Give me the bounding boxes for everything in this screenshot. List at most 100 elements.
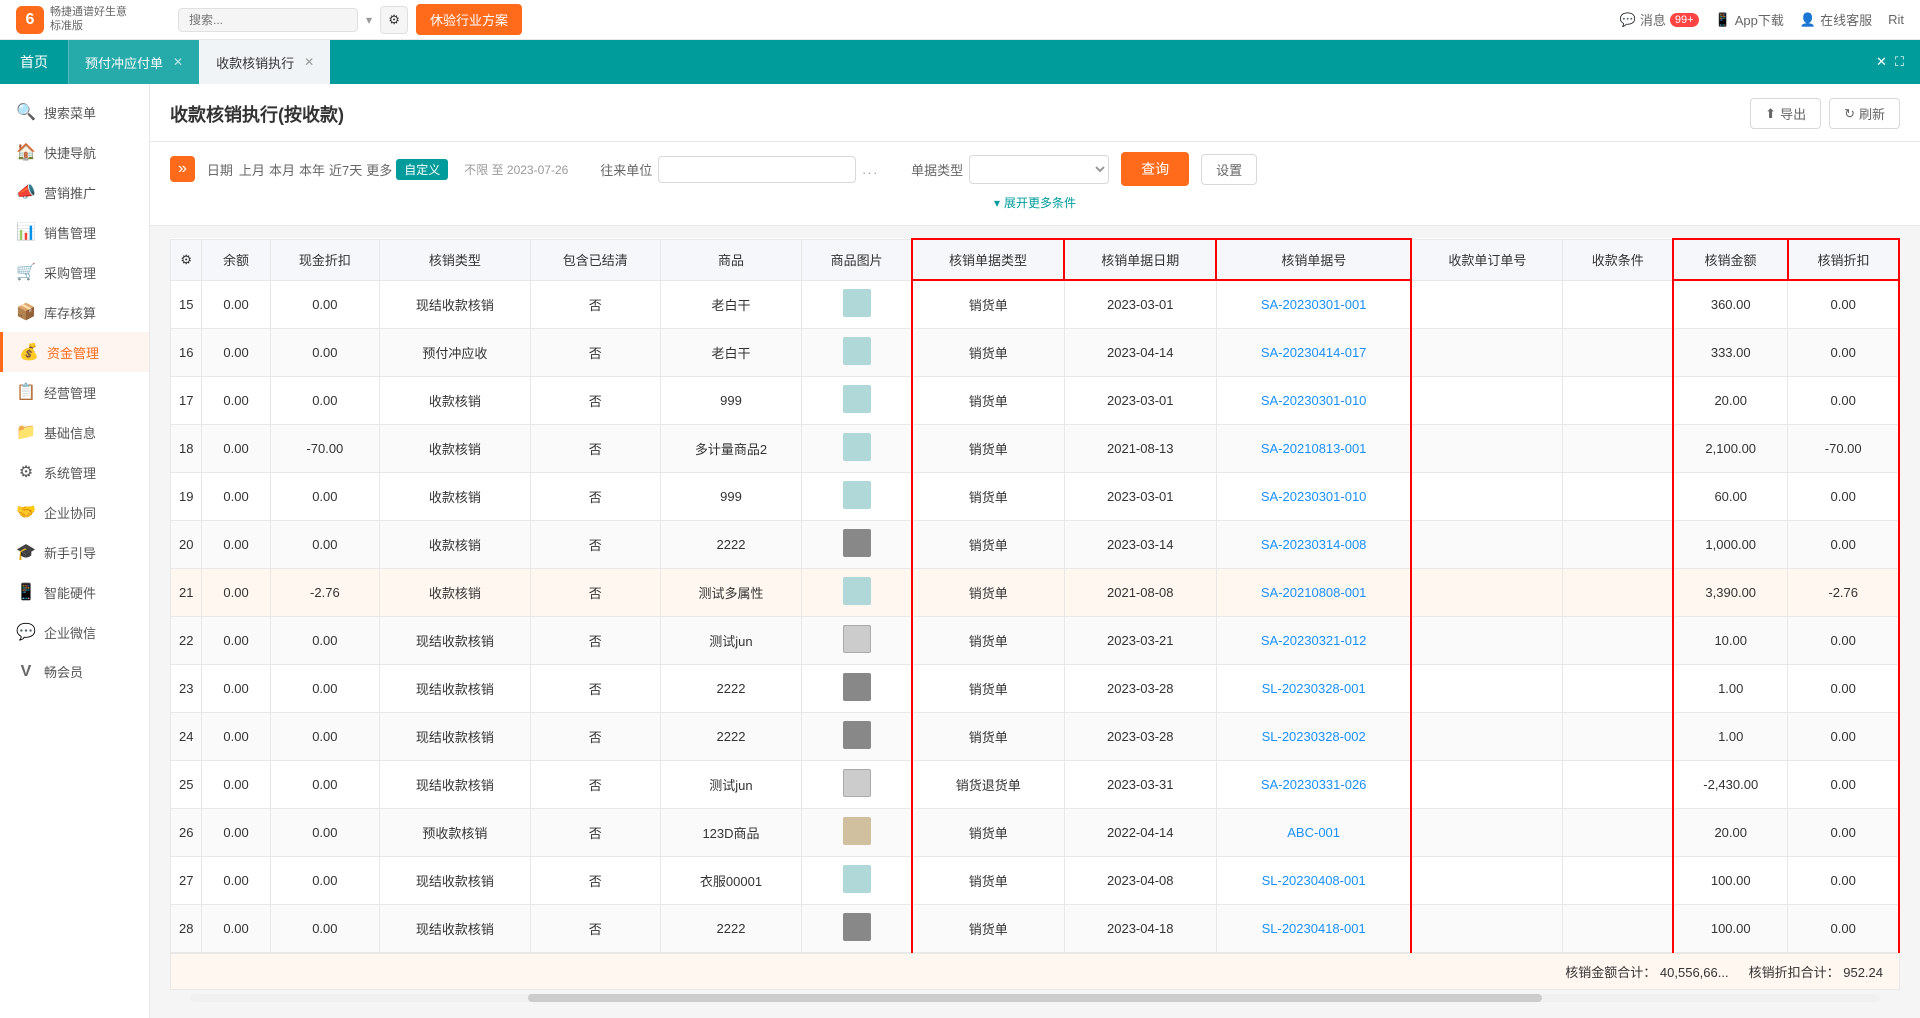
date-option-more[interactable]: 更多 bbox=[366, 160, 392, 179]
td-bill-no: SA-20230414-017 bbox=[1216, 328, 1411, 376]
sidebar-label-finance: 资金管理 bbox=[47, 343, 99, 362]
th-bill-type: 核销单据类型 bbox=[912, 239, 1064, 280]
settings-icon-btn[interactable]: ⚙ bbox=[380, 6, 408, 34]
bill-no-link[interactable]: SA-20230301-010 bbox=[1261, 393, 1367, 408]
sidebar-item-guide[interactable]: 🎓 新手引导 bbox=[0, 532, 149, 572]
tab-prepay-label: 预付冲应付单 bbox=[85, 53, 163, 72]
horizontal-scrollbar[interactable] bbox=[190, 994, 1880, 1002]
td-goods-img bbox=[802, 856, 912, 904]
bill-no-link[interactable]: SL-20230418-001 bbox=[1262, 921, 1366, 936]
bill-no-link[interactable]: SA-20230301-001 bbox=[1261, 297, 1367, 312]
td-receipt-no bbox=[1411, 808, 1562, 856]
date-custom-tag[interactable]: 自定义 bbox=[396, 159, 448, 180]
td-seq: 16 bbox=[171, 328, 202, 376]
filter-expand-btn[interactable]: » bbox=[170, 156, 195, 182]
tab-prepay-close-icon[interactable]: ✕ bbox=[173, 55, 183, 69]
message-btn[interactable]: 💬 消息 99+ bbox=[1620, 10, 1699, 29]
refresh-btn[interactable]: ↻ 刷新 bbox=[1829, 98, 1900, 129]
td-writeoff-amount: -2,430.00 bbox=[1673, 760, 1788, 808]
td-receipt-no bbox=[1411, 664, 1562, 712]
sidebar-label-search: 搜索菜单 bbox=[44, 103, 96, 122]
bill-no-link[interactable]: SA-20230321-012 bbox=[1261, 633, 1367, 648]
td-seq: 17 bbox=[171, 376, 202, 424]
tab-writeoff[interactable]: 收款核销执行 ✕ bbox=[199, 40, 330, 84]
td-writeoff-type: 现结收款核销 bbox=[380, 712, 531, 760]
bill-no-link[interactable]: SA-20230301-010 bbox=[1261, 489, 1367, 504]
sidebar-label-corp: 企业协同 bbox=[44, 503, 96, 522]
td-goods: 测试多属性 bbox=[660, 568, 801, 616]
td-writeoff-discount: -70.00 bbox=[1788, 424, 1899, 472]
tab-writeoff-close-icon[interactable]: ✕ bbox=[304, 55, 314, 69]
sidebar-item-sales[interactable]: 📊 销售管理 bbox=[0, 212, 149, 252]
message-icon: 💬 bbox=[1620, 12, 1636, 28]
sidebar-item-hardware[interactable]: 📱 智能硬件 bbox=[0, 572, 149, 612]
date-option-this-month[interactable]: 本月 bbox=[269, 160, 295, 179]
bill-no-link[interactable]: SL-20230328-001 bbox=[1262, 681, 1366, 696]
td-receipt-no bbox=[1411, 712, 1562, 760]
td-receipt-cond bbox=[1563, 568, 1673, 616]
tab-prepay[interactable]: 预付冲应付单 ✕ bbox=[68, 40, 199, 84]
user-area[interactable]: Rit bbox=[1888, 12, 1904, 27]
bill-no-link[interactable]: SA-20210808-001 bbox=[1261, 585, 1367, 600]
sidebar-item-basic[interactable]: 📁 基础信息 bbox=[0, 412, 149, 452]
online-service-btn[interactable]: 👤 在线客服 bbox=[1800, 10, 1872, 29]
sidebar-item-wechat[interactable]: 💬 企业微信 bbox=[0, 612, 149, 652]
td-settled: 否 bbox=[530, 760, 660, 808]
bill-no-link[interactable]: SA-20210813-001 bbox=[1261, 441, 1367, 456]
bill-no-link[interactable]: ABC-001 bbox=[1287, 825, 1340, 840]
sidebar-item-marketing[interactable]: 📣 营销推广 bbox=[0, 172, 149, 212]
sidebar-item-business[interactable]: 📋 经营管理 bbox=[0, 372, 149, 412]
query-btn[interactable]: 查询 bbox=[1121, 152, 1189, 186]
scroll-thumb[interactable] bbox=[528, 994, 1542, 1002]
td-writeoff-amount: 3,390.00 bbox=[1673, 568, 1788, 616]
td-receipt-cond bbox=[1563, 904, 1673, 952]
td-settled: 否 bbox=[530, 376, 660, 424]
sidebar-item-finance[interactable]: 💰 资金管理 bbox=[0, 332, 149, 372]
th-balance: 现金折扣 bbox=[270, 239, 379, 280]
sidebar-item-quick-nav[interactable]: 🏠 快捷导航 bbox=[0, 132, 149, 172]
td-writeoff-discount: 0.00 bbox=[1788, 616, 1899, 664]
search-input[interactable] bbox=[178, 8, 358, 32]
app-download-btn[interactable]: 📱 App下载 bbox=[1715, 10, 1784, 29]
td-bill-no: SL-20230418-001 bbox=[1216, 904, 1411, 952]
export-btn[interactable]: ⬆ 导出 bbox=[1750, 98, 1821, 129]
bill-type-select[interactable] bbox=[969, 155, 1109, 184]
bill-no-link[interactable]: SA-20230314-008 bbox=[1261, 537, 1367, 552]
tab-home[interactable]: 首页 bbox=[0, 40, 68, 84]
footer-discount-label: 核销折扣合计： bbox=[1749, 965, 1840, 980]
td-bill-no: SA-20230301-010 bbox=[1216, 472, 1411, 520]
td-bill-type: 销货单 bbox=[912, 808, 1064, 856]
industry-btn[interactable]: 休验行业方案 bbox=[416, 4, 522, 35]
td-bill-no: SL-20230328-001 bbox=[1216, 664, 1411, 712]
sidebar-item-search[interactable]: 🔍 搜索菜单 bbox=[0, 92, 149, 132]
bill-no-link[interactable]: SA-20230331-026 bbox=[1261, 777, 1367, 792]
partner-input[interactable] bbox=[658, 156, 856, 183]
date-option-7days[interactable]: 近7天 bbox=[329, 160, 362, 179]
td-cash-discount: 0.00 bbox=[270, 760, 379, 808]
sidebar-item-inventory[interactable]: 📦 库存核算 bbox=[0, 292, 149, 332]
td-balance: 0.00 bbox=[202, 760, 270, 808]
bill-no-link[interactable]: SL-20230408-001 bbox=[1262, 873, 1366, 888]
td-settled: 否 bbox=[530, 664, 660, 712]
date-option-this-year[interactable]: 本年 bbox=[299, 160, 325, 179]
td-cash-discount: 0.00 bbox=[270, 808, 379, 856]
sidebar-item-system[interactable]: ⚙ 系统管理 bbox=[0, 452, 149, 492]
td-bill-date: 2023-03-21 bbox=[1064, 616, 1216, 664]
td-writeoff-type: 现结收款核销 bbox=[380, 280, 531, 328]
td-settled: 否 bbox=[530, 328, 660, 376]
hardware-icon: 📱 bbox=[16, 582, 36, 602]
tab-close-all-icon[interactable]: ✕ bbox=[1876, 54, 1887, 70]
bill-no-link[interactable]: SA-20230414-017 bbox=[1261, 345, 1367, 360]
td-bill-no: SL-20230328-002 bbox=[1216, 712, 1411, 760]
sidebar-item-purchase[interactable]: 🛒 采购管理 bbox=[0, 252, 149, 292]
td-cash-discount: -2.76 bbox=[270, 568, 379, 616]
sidebar-item-corp[interactable]: 🤝 企业协同 bbox=[0, 492, 149, 532]
bill-no-link[interactable]: SL-20230328-002 bbox=[1262, 729, 1366, 744]
tab-expand-icon[interactable]: ⛶ bbox=[1895, 54, 1904, 70]
date-option-last-month[interactable]: 上月 bbox=[239, 160, 265, 179]
td-seq: 19 bbox=[171, 472, 202, 520]
sidebar-item-member[interactable]: V 畅会员 bbox=[0, 652, 149, 691]
settings-btn[interactable]: 设置 bbox=[1201, 154, 1257, 185]
expand-more-btn[interactable]: ▾ 展开更多条件 bbox=[170, 190, 1900, 215]
data-table: ⚙ 余额 现金折扣 核销类型 包含已结清 商品 商品图片 核销单据类型 核销单据… bbox=[170, 238, 1900, 953]
